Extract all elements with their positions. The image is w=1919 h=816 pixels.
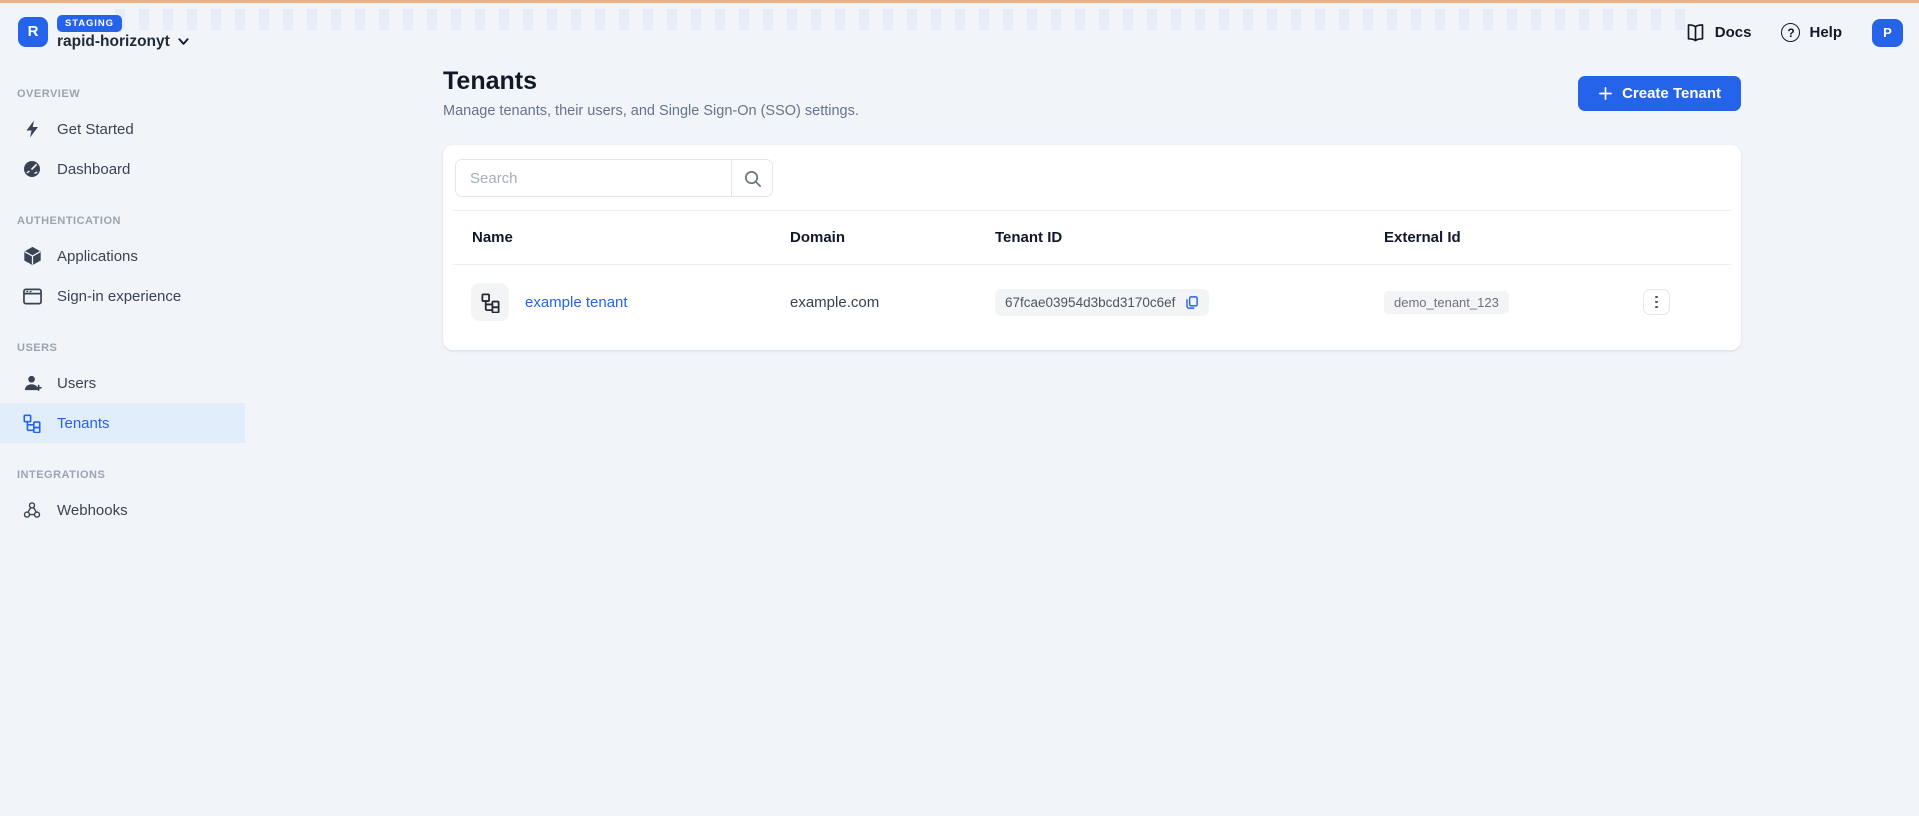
sidebar-item-label: Get Started — [57, 120, 134, 138]
help-link[interactable]: ? Help — [1781, 23, 1842, 42]
webhook-icon — [22, 500, 42, 520]
sidebar-item-sign-in-experience[interactable]: Sign-in experience — [0, 276, 245, 316]
sidebar-section-users: USERS — [17, 342, 58, 354]
page-subtitle: Manage tenants, their users, and Single … — [443, 103, 859, 119]
sidebar-item-dashboard[interactable]: Dashboard — [0, 149, 245, 189]
plus-icon — [1599, 87, 1613, 100]
help-icon: ? — [1781, 23, 1801, 42]
sidebar-section-overview: OVERVIEW — [17, 88, 81, 100]
sidebar-item-label: Dashboard — [57, 160, 131, 178]
table-row: example tenant example.com 67fcae03954d3… — [453, 265, 1731, 339]
docs-link[interactable]: Docs — [1685, 22, 1752, 43]
tenant-id-chip[interactable]: 67fcae03954d3bcd3170c6ef — [995, 288, 1210, 316]
tenant-id-value: 67fcae03954d3bcd3170c6ef — [1005, 294, 1176, 310]
sidebar-item-applications[interactable]: Applications — [0, 236, 245, 276]
search-button[interactable] — [731, 160, 772, 196]
sidebar-item-webhooks[interactable]: Webhooks — [0, 490, 245, 530]
project-switcher[interactable]: R STAGING rapid-horizonyt — [18, 14, 190, 51]
tenants-card: Name Domain Tenant ID External Id exampl… — [443, 145, 1741, 350]
tenant-domain: example.com — [790, 293, 880, 311]
sidebar-item-tenants[interactable]: Tenants — [0, 403, 245, 443]
external-id-chip: demo_tenant_123 — [1384, 290, 1509, 314]
dashboard-icon — [22, 159, 42, 179]
dots-vertical-icon — [1655, 295, 1658, 299]
main-content: Tenants Manage tenants, their users, and… — [245, 62, 1919, 350]
project-logo: R — [18, 16, 48, 47]
sidebar-item-label: Sign-in experience — [57, 287, 182, 305]
search-box — [455, 159, 773, 197]
sidebar-item-get-started[interactable]: Get Started — [0, 109, 245, 149]
copy-icon — [1186, 295, 1199, 309]
tenant-tree-icon — [22, 413, 42, 433]
user-plus-icon — [22, 373, 42, 393]
chevron-down-icon — [178, 38, 189, 45]
environment-badge: STAGING — [57, 14, 122, 32]
table-header: Name Domain Tenant ID External Id — [453, 210, 1731, 265]
column-header-tenant-id: Tenant ID — [995, 229, 1063, 246]
create-tenant-button[interactable]: Create Tenant — [1578, 76, 1741, 111]
tenant-name-link[interactable]: example tenant — [525, 294, 628, 311]
column-header-domain: Domain — [790, 229, 846, 246]
sidebar-section-authentication: AUTHENTICATION — [17, 215, 121, 227]
tenant-avatar-tile — [471, 283, 509, 321]
sidebar-item-label: Users — [57, 374, 97, 392]
user-avatar[interactable]: P — [1872, 18, 1903, 47]
book-icon — [1687, 24, 1704, 42]
browser-icon — [22, 286, 42, 306]
column-header-external-id: External Id — [1384, 229, 1461, 246]
create-tenant-label: Create Tenant — [1622, 85, 1721, 102]
project-name: rapid-horizonyt — [57, 32, 170, 50]
tenant-tree-icon — [480, 292, 500, 313]
sidebar-nav: OVERVIEW Get Started Dashboard AUTHENTIC… — [0, 62, 245, 530]
sidebar-item-label: Webhooks — [57, 501, 128, 519]
sidebar-item-label: Applications — [57, 247, 138, 265]
help-label: Help — [1809, 24, 1842, 41]
lightning-icon — [22, 119, 42, 139]
docs-label: Docs — [1714, 24, 1752, 41]
row-actions-menu-button[interactable] — [1643, 289, 1670, 315]
sidebar-item-label: Tenants — [57, 414, 110, 432]
page-title: Tenants — [443, 67, 537, 95]
search-icon — [744, 170, 761, 187]
top-header: R STAGING rapid-horizonyt Docs ? Help P — [0, 3, 1919, 62]
cube-icon — [22, 246, 42, 266]
sidebar-section-integrations: INTEGRATIONS — [17, 469, 106, 481]
sidebar-item-users[interactable]: Users — [0, 363, 245, 403]
column-header-name: Name — [472, 229, 513, 246]
search-input[interactable] — [456, 160, 731, 196]
